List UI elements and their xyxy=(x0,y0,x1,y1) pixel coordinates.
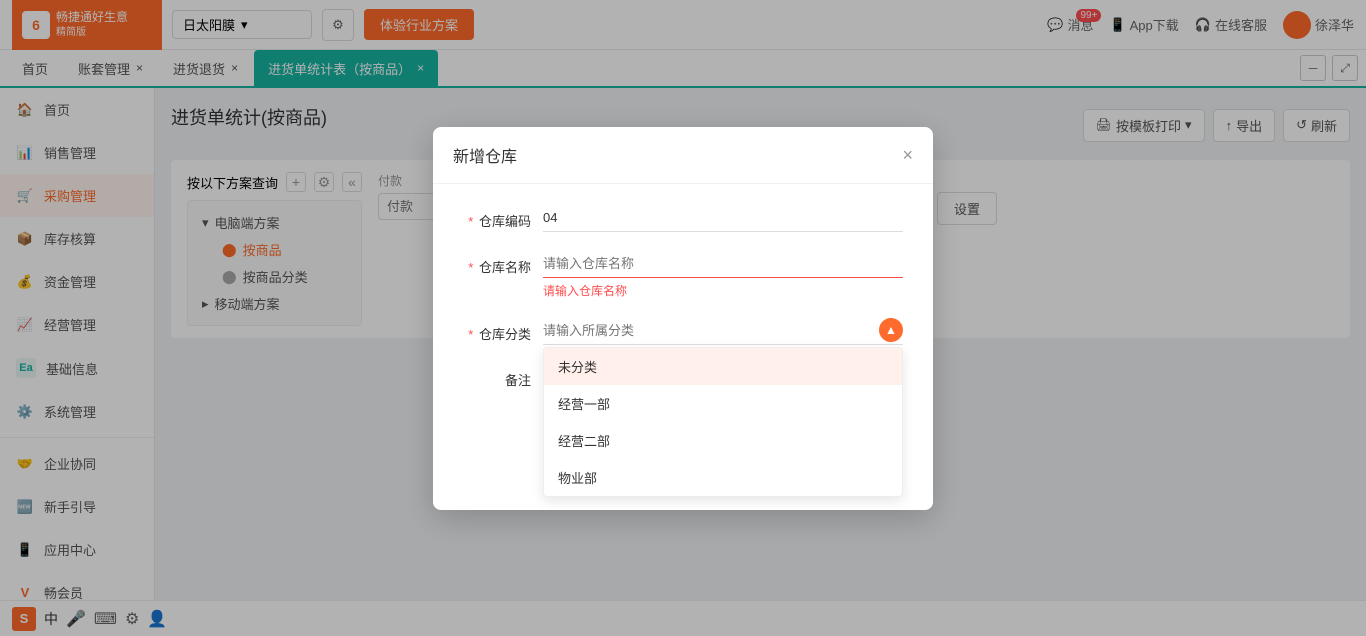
name-error-msg: 请输入仓库名称 xyxy=(543,282,903,299)
code-row: * 仓库编码 xyxy=(463,204,903,232)
name-row: * 仓库名称 请输入仓库名称 xyxy=(463,250,903,299)
dropdown-option-ops2[interactable]: 经营二部 xyxy=(544,422,902,459)
code-control xyxy=(543,204,903,232)
category-label: * 仓库分类 xyxy=(463,317,543,343)
category-row: * 仓库分类 ▲ 未分类 经营一部 经营二部 物业部 xyxy=(463,317,903,345)
add-warehouse-modal: 新增仓库 × * 仓库编码 * 仓库名称 xyxy=(433,127,933,510)
dropdown-option-uncategorized[interactable]: 未分类 xyxy=(544,348,902,385)
modal-close-button[interactable]: × xyxy=(902,146,913,164)
modal-overlay: 新增仓库 × * 仓库编码 * 仓库名称 xyxy=(0,0,1366,636)
name-input[interactable] xyxy=(543,250,903,278)
code-label: * 仓库编码 xyxy=(463,204,543,230)
code-input[interactable] xyxy=(543,204,903,232)
dropdown-option-ops1[interactable]: 经营一部 xyxy=(544,385,902,422)
dropdown-option-property[interactable]: 物业部 xyxy=(544,459,902,496)
category-dropdown-list: 未分类 经营一部 经营二部 物业部 xyxy=(543,347,903,497)
category-input[interactable] xyxy=(543,317,879,344)
modal-header: 新增仓库 × xyxy=(433,127,933,184)
category-dropdown-wrap: ▲ xyxy=(543,317,903,345)
name-label: * 仓库名称 xyxy=(463,250,543,276)
modal-title: 新增仓库 xyxy=(453,143,517,167)
remark-label: 备注 xyxy=(463,363,543,389)
name-control: 请输入仓库名称 xyxy=(543,250,903,299)
category-dropdown-toggle[interactable]: ▲ xyxy=(879,318,903,342)
category-control: ▲ 未分类 经营一部 经营二部 物业部 xyxy=(543,317,903,345)
modal-body: * 仓库编码 * 仓库名称 请输入仓库名称 xyxy=(433,184,933,457)
